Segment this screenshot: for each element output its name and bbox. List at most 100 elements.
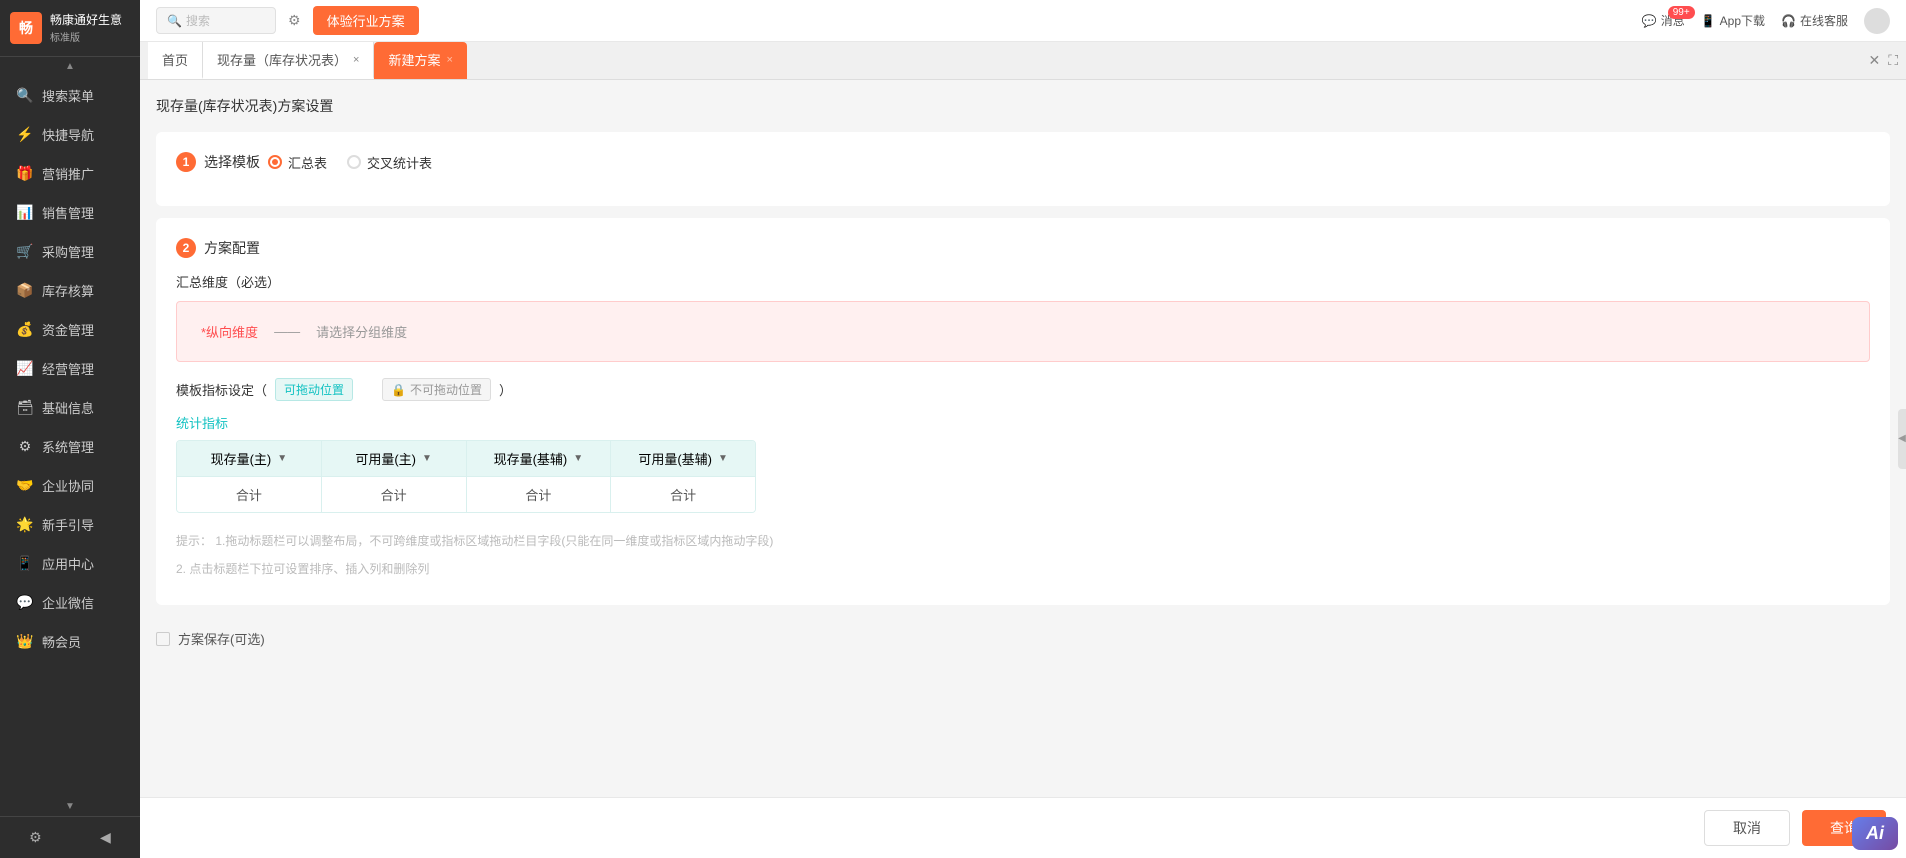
radio-summary[interactable]: 汇总表: [268, 153, 327, 172]
tab-inventory-close[interactable]: ×: [353, 54, 359, 66]
search-icon: 🔍: [167, 14, 182, 28]
radio-cross-label: 交叉统计表: [367, 153, 432, 172]
finance-icon: 💰: [16, 321, 34, 339]
tips-section: 提示： 1.拖动标题栏可以调整布局，不可跨维度或指标区域拖动栏目字段(只能在同一…: [176, 529, 1870, 581]
right-collapse-handle[interactable]: ◀: [1898, 409, 1906, 469]
stats-col-0-label: 现存量(主): [211, 449, 272, 468]
collapse-window-btn[interactable]: ✕: [1868, 52, 1880, 69]
quicknav-icon: ⚡: [16, 126, 34, 144]
sidebar-item-finance[interactable]: 💰 资金管理: [0, 310, 140, 349]
collapse-btn[interactable]: ◀: [92, 825, 119, 850]
stats-col-0[interactable]: 现存量(主) ▼: [177, 441, 322, 476]
template-settings-label: 模板指标设定（: [176, 380, 267, 399]
wechat-icon: 💬: [16, 594, 34, 612]
sidebar-item-vip[interactable]: 👑 畅会员: [0, 622, 140, 661]
stats-cell-0-0: 合计: [177, 477, 322, 512]
tab-new-plan-close[interactable]: ×: [446, 54, 452, 66]
tab-inventory[interactable]: 现存量（库存状况表） ×: [203, 42, 374, 79]
dimension-area[interactable]: *纵向维度 —— 请选择分组维度: [176, 301, 1870, 362]
download-icon: 📱: [1701, 14, 1716, 28]
sidebar-logo: 畅 畅康通好生意 标准版: [0, 0, 140, 57]
stats-col-2-label: 现存量(基辅): [494, 449, 568, 468]
tag-separator: [361, 380, 374, 399]
cancel-button[interactable]: 取消: [1704, 810, 1790, 846]
sidebar-item-label-wechat: 企业微信: [42, 593, 94, 612]
sidebar-item-cooperation[interactable]: 🤝 企业协同: [0, 466, 140, 505]
app-logo-icon: 畅: [10, 12, 42, 44]
settings-btn[interactable]: ⚙: [21, 825, 50, 850]
main-area: 🔍 搜索 ⚙ 体验行业方案 💬 消息 99+ 📱 App下载 🎧 在线客服: [140, 0, 1906, 858]
stats-col-1-dropdown[interactable]: ▼: [422, 453, 432, 464]
sidebar-item-marketing[interactable]: 🎁 营销推广: [0, 154, 140, 193]
tag-draggable: 可拖动位置: [275, 378, 353, 401]
step1-header: 1 选择模板 汇总表 交叉统计表: [176, 152, 1870, 172]
ai-badge[interactable]: Ai: [1852, 817, 1898, 850]
sidebar-item-inventory[interactable]: 📦 库存核算: [0, 271, 140, 310]
save-checkbox[interactable]: [156, 632, 170, 646]
purchase-icon: 🛒: [16, 243, 34, 261]
dimension-dash: ——: [274, 324, 300, 339]
search-placeholder: 搜索: [186, 12, 210, 29]
sidebar-item-label-finance: 资金管理: [42, 320, 94, 339]
content-area: 现存量(库存状况表)方案设置 1 选择模板 汇总表 交叉统计表: [140, 80, 1906, 797]
stats-col-2[interactable]: 现存量(基辅) ▼: [467, 441, 612, 476]
stats-table-row-0: 合计 合计 合计 合计: [177, 476, 755, 512]
sidebar-item-operations[interactable]: 📈 经营管理: [0, 349, 140, 388]
dimension-required-label: *纵向维度: [201, 322, 258, 341]
tip-1: 提示： 1.拖动标题栏可以调整布局，不可跨维度或指标区域拖动栏目字段(只能在同一…: [176, 529, 1870, 553]
sidebar-item-label-cooperation: 企业协同: [42, 476, 94, 495]
sidebar-item-label-sales: 销售管理: [42, 203, 94, 222]
radio-cross-dot: [347, 155, 361, 169]
topbar: 🔍 搜索 ⚙ 体验行业方案 💬 消息 99+ 📱 App下载 🎧 在线客服: [140, 0, 1906, 42]
sidebar-item-appcenter[interactable]: 📱 应用中心: [0, 544, 140, 583]
save-checkbox-label: 方案保存(可选): [178, 629, 265, 648]
expand-window-btn[interactable]: ⛶: [1888, 52, 1898, 69]
tab-home-label: 首页: [162, 50, 188, 69]
tab-inventory-label: 现存量（库存状况表）: [217, 50, 347, 69]
template-radio-group: 汇总表 交叉统计表: [268, 153, 432, 172]
sidebar: 畅 畅康通好生意 标准版 ▲ 🔍 搜索菜单 ⚡ 快捷导航 🎁 营销推广 📊 销售…: [0, 0, 140, 858]
sidebar-item-label-quicknav: 快捷导航: [42, 125, 94, 144]
stats-cell-0-3: 合计: [611, 477, 755, 512]
message-btn[interactable]: 💬 消息 99+: [1642, 12, 1685, 29]
step2-header: 2 方案配置: [176, 238, 1870, 258]
lock-icon: 🔒: [391, 383, 406, 397]
tip-2: 2. 点击标题栏下拉可设置排序、插入列和删除列: [176, 557, 1870, 581]
online-service-btn[interactable]: 🎧 在线客服: [1781, 12, 1848, 29]
sidebar-scroll-up[interactable]: ▲: [0, 57, 140, 76]
stats-col-0-dropdown[interactable]: ▼: [277, 453, 287, 464]
app-download-btn[interactable]: 📱 App下载: [1701, 12, 1765, 29]
online-service-label: 在线客服: [1800, 12, 1848, 29]
sidebar-item-wechat[interactable]: 💬 企业微信: [0, 583, 140, 622]
sidebar-item-quicknav[interactable]: ⚡ 快捷导航: [0, 115, 140, 154]
sidebar-item-purchase[interactable]: 🛒 采购管理: [0, 232, 140, 271]
sidebar-item-label-vip: 畅会员: [42, 632, 81, 651]
stats-col-3[interactable]: 可用量(基辅) ▼: [611, 441, 755, 476]
topbar-right: 💬 消息 99+ 📱 App下载 🎧 在线客服: [1642, 8, 1890, 34]
sales-icon: 📊: [16, 204, 34, 222]
app-name: 畅康通好生意: [50, 12, 122, 29]
sidebar-item-newguide[interactable]: 🌟 新手引导: [0, 505, 140, 544]
sidebar-scroll-down[interactable]: ▼: [0, 797, 140, 816]
tab-new-plan[interactable]: 新建方案 ×: [374, 42, 466, 79]
sidebar-item-label-operations: 经营管理: [42, 359, 94, 378]
basic-icon: 🗃: [16, 399, 34, 417]
stats-col-3-dropdown[interactable]: ▼: [718, 453, 728, 464]
tab-home[interactable]: 首页: [148, 42, 203, 79]
message-icon: 💬: [1642, 14, 1657, 28]
user-avatar[interactable]: [1864, 8, 1890, 34]
sidebar-item-sales[interactable]: 📊 销售管理: [0, 193, 140, 232]
stats-col-2-dropdown[interactable]: ▼: [573, 453, 583, 464]
topbar-gear-btn[interactable]: ⚙: [288, 12, 301, 29]
sidebar-item-label-inventory: 库存核算: [42, 281, 94, 300]
step2-card: 2 方案配置 汇总维度（必选） *纵向维度 —— 请选择分组维度 模板指标设定（…: [156, 218, 1890, 605]
radio-cross[interactable]: 交叉统计表: [347, 153, 432, 172]
app-edition: 标准版: [50, 29, 122, 44]
sidebar-item-system[interactable]: ⚙ 系统管理: [0, 427, 140, 466]
sidebar-item-basic[interactable]: 🗃 基础信息: [0, 388, 140, 427]
stats-cell-0-2: 合计: [467, 477, 612, 512]
trial-btn[interactable]: 体验行业方案: [313, 6, 419, 35]
sidebar-item-search[interactable]: 🔍 搜索菜单: [0, 76, 140, 115]
search-bar[interactable]: 🔍 搜索: [156, 7, 276, 34]
stats-col-1[interactable]: 可用量(主) ▼: [322, 441, 467, 476]
